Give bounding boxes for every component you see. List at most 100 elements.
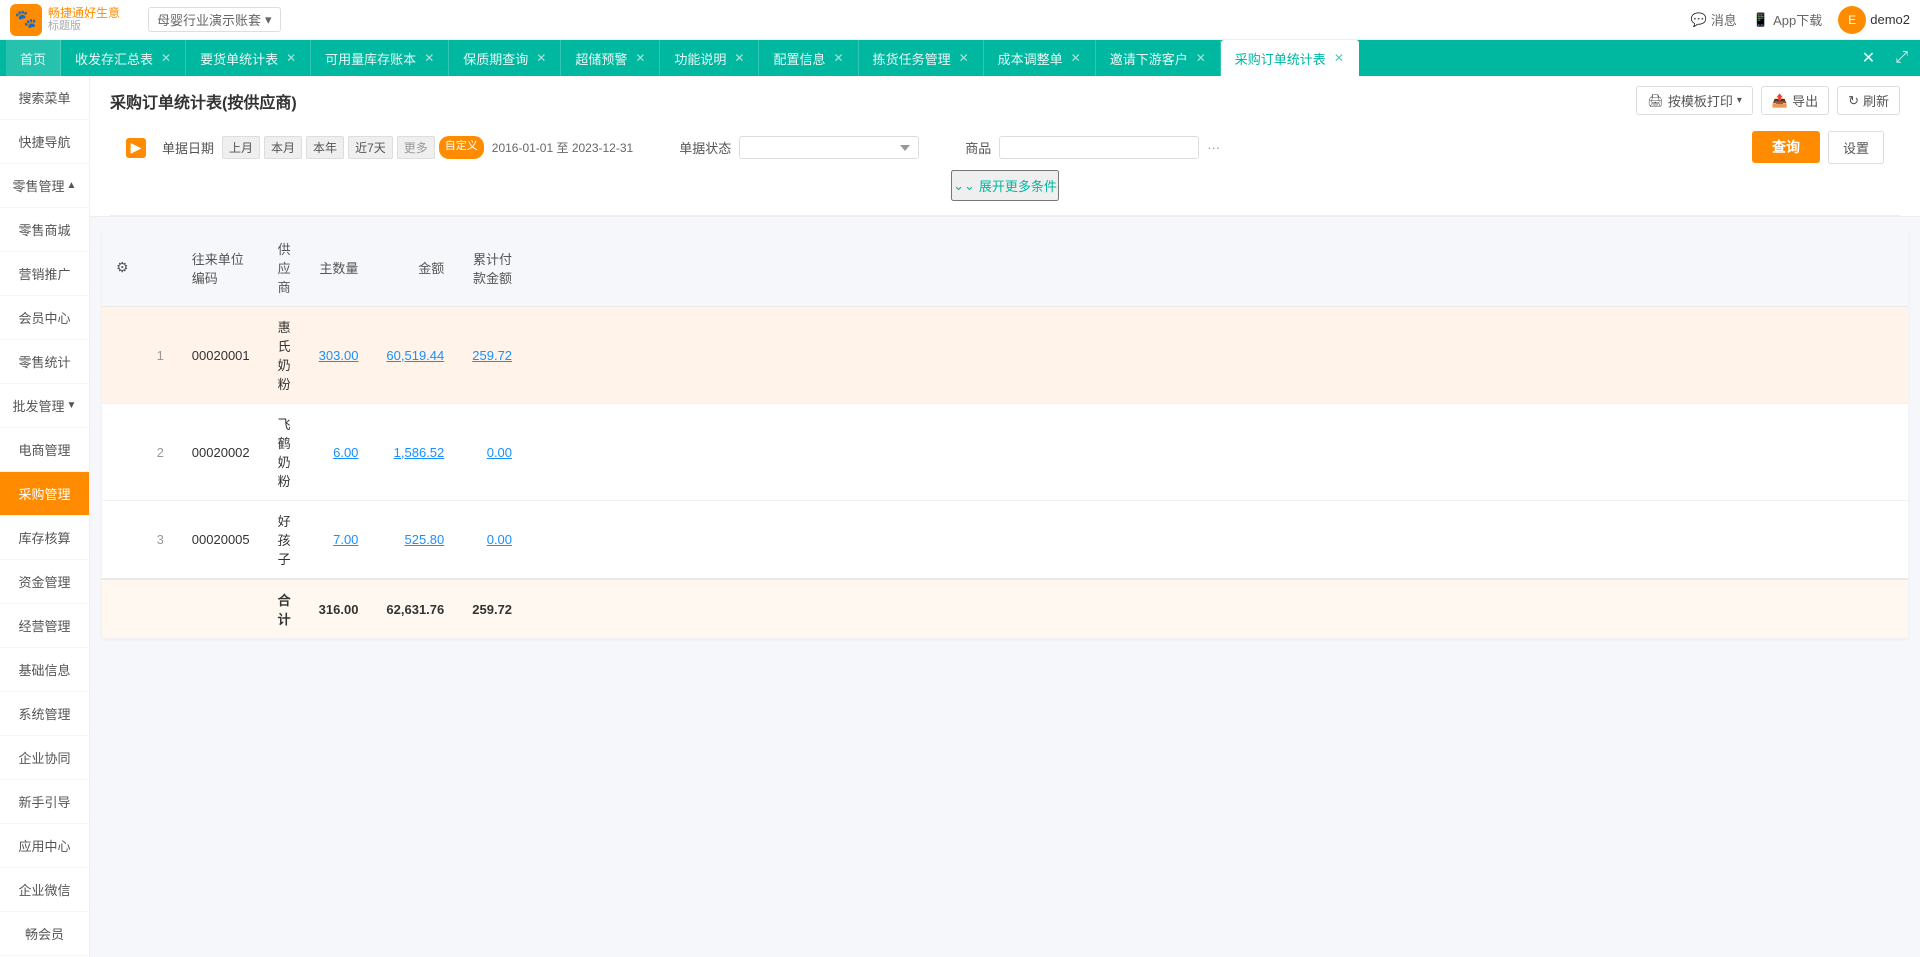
tab-home[interactable]: 首页 xyxy=(6,40,61,76)
close-tab-purchase-stats[interactable]: ✕ xyxy=(286,51,296,65)
date-shortcut-more[interactable]: 更多 xyxy=(397,136,435,159)
message-button[interactable]: 💬 消息 xyxy=(1691,10,1737,29)
refresh-icon: ↻ xyxy=(1848,93,1859,109)
footer-index xyxy=(143,579,178,639)
sidebar-item-retail-stats[interactable]: 零售统计 xyxy=(0,340,89,384)
tab-cost-adjust[interactable]: 成本调整单 ✕ xyxy=(984,40,1096,76)
sidebar-item-ecommerce[interactable]: 电商管理 xyxy=(0,428,89,472)
sidebar-item-basics[interactable]: 基础信息 xyxy=(0,648,89,692)
tab-purchase-stats[interactable]: 要货单统计表 ✕ xyxy=(186,40,311,76)
sidebar-item-wholesale[interactable]: 批发管理 ▼ xyxy=(0,384,89,428)
tab-shelf-life[interactable]: 保质期查询 ✕ xyxy=(449,40,561,76)
expand-more-button[interactable]: ⌄⌄ 展开更多条件 xyxy=(951,170,1059,201)
data-table: ⚙ 往来单位编码 供应商 主数量 金额 累计付款金额 1 xyxy=(102,229,1908,639)
sidebar-item-purchase[interactable]: 采购管理 xyxy=(0,472,89,516)
close-tab-cost-adjust[interactable]: ✕ xyxy=(1071,51,1081,65)
sidebar-item-app-center[interactable]: 应用中心 xyxy=(0,824,89,868)
sidebar-item-enterprise-wechat[interactable]: 企业微信 xyxy=(0,868,89,912)
date-shortcut-7days[interactable]: 近7天 xyxy=(348,136,393,159)
user-profile[interactable]: E demo2 xyxy=(1838,6,1910,34)
row-2-settings xyxy=(102,404,143,501)
close-all-tabs-button[interactable]: ✕ xyxy=(1856,46,1881,70)
top-bar-left: 🐾 畅捷通好生意 标题版 母婴行业演示账套 ▾ xyxy=(10,4,281,36)
top-bar-right: 💬 消息 📱 App下载 E demo2 xyxy=(1691,6,1910,34)
footer-paid: 259.72 xyxy=(458,579,526,639)
row-3-amount[interactable]: 525.80 xyxy=(372,501,458,580)
row-2-unit-code: 00020002 xyxy=(178,404,264,501)
close-tab-receive-summary[interactable]: ✕ xyxy=(161,51,171,65)
fullscreen-button[interactable]: ⤢ xyxy=(1889,47,1914,69)
col-qty-header: 主数量 xyxy=(305,229,373,307)
sidebar-item-member[interactable]: 会员中心 xyxy=(0,296,89,340)
row-3-settings xyxy=(102,501,143,580)
footer-extra xyxy=(526,579,1908,639)
date-shortcuts: 上月 本月 本年 近7天 更多 自定义 xyxy=(222,136,484,159)
close-tab-available-inventory[interactable]: ✕ xyxy=(424,51,434,65)
sidebar-item-marketing[interactable]: 营销推广 xyxy=(0,252,89,296)
sidebar-item-system[interactable]: 系统管理 xyxy=(0,692,89,736)
sidebar-item-retail[interactable]: 零售管理 ▲ xyxy=(0,164,89,208)
sidebar-item-retail-mall[interactable]: 零售商城 xyxy=(0,208,89,252)
row-2-qty[interactable]: 6.00 xyxy=(305,404,373,501)
sidebar-item-search[interactable]: 搜索菜单 xyxy=(0,76,89,120)
goods-more-icon[interactable]: ··· xyxy=(1207,140,1220,155)
page-header: 采购订单统计表(按供应商) 🖨 按模板打印 ▾ 📤 导出 ↻ 刷新 xyxy=(90,76,1920,217)
query-button[interactable]: 查询 xyxy=(1752,131,1820,163)
close-tab-overstock-alert[interactable]: ✕ xyxy=(635,51,645,65)
close-tab-pick-task[interactable]: ✕ xyxy=(959,51,969,65)
close-tab-invite-downstream[interactable]: ✕ xyxy=(1196,51,1206,65)
sidebar-item-newbie[interactable]: 新手引导 xyxy=(0,780,89,824)
row-2-paid[interactable]: 0.00 xyxy=(458,404,526,501)
tab-available-inventory[interactable]: 可用量库存账本 ✕ xyxy=(311,40,449,76)
row-2-amount[interactable]: 1,586.52 xyxy=(372,404,458,501)
column-settings-icon[interactable]: ⚙ xyxy=(116,259,129,275)
tab-receive-summary[interactable]: 收发存汇总表 ✕ xyxy=(61,40,186,76)
sidebar-item-quick-nav[interactable]: 快捷导航 xyxy=(0,120,89,164)
close-tab-shelf-life[interactable]: ✕ xyxy=(536,51,546,65)
row-3-qty[interactable]: 7.00 xyxy=(305,501,373,580)
tab-function-desc[interactable]: 功能说明 ✕ xyxy=(660,40,759,76)
tab-invite-downstream[interactable]: 邀请下游客户 ✕ xyxy=(1096,40,1221,76)
workspace-chevron: ▾ xyxy=(265,12,272,28)
date-shortcut-this-year[interactable]: 本年 xyxy=(306,136,344,159)
row-1-settings xyxy=(102,307,143,404)
date-shortcut-this-month[interactable]: 本月 xyxy=(264,136,302,159)
tab-purchase-order-stats[interactable]: 采购订单统计表 ✕ xyxy=(1221,40,1359,76)
row-1-index: 1 xyxy=(143,307,178,404)
wholesale-expand-icon: ▼ xyxy=(67,400,77,411)
row-1-paid[interactable]: 259.72 xyxy=(458,307,526,404)
tab-overstock-alert[interactable]: 超储预警 ✕ xyxy=(561,40,660,76)
print-dropdown-icon: ▾ xyxy=(1737,95,1742,106)
table-header: ⚙ 往来单位编码 供应商 主数量 金额 累计付款金额 xyxy=(102,229,1908,307)
expand-more-icon: ⌄⌄ xyxy=(953,178,975,194)
print-button[interactable]: 🖨 按模板打印 ▾ xyxy=(1636,86,1753,115)
tab-config-info[interactable]: 配置信息 ✕ xyxy=(759,40,858,76)
table-row: 3 00020005 好孩子 7.00 525.80 0.00 xyxy=(102,501,1908,580)
message-icon: 💬 xyxy=(1691,12,1707,28)
date-shortcut-last-month[interactable]: 上月 xyxy=(222,136,260,159)
workspace-selector[interactable]: 母婴行业演示账套 ▾ xyxy=(148,7,281,32)
col-amount-header: 金额 xyxy=(372,229,458,307)
close-tab-function-desc[interactable]: ✕ xyxy=(734,51,744,65)
sidebar-item-operations[interactable]: 经营管理 xyxy=(0,604,89,648)
close-tab-purchase-order-stats[interactable]: ✕ xyxy=(1334,51,1344,65)
settings-button[interactable]: 设置 xyxy=(1828,131,1884,164)
status-select[interactable] xyxy=(739,136,919,159)
goods-input[interactable] xyxy=(999,136,1199,159)
content-area: 采购订单统计表(按供应商) 🖨 按模板打印 ▾ 📤 导出 ↻ 刷新 xyxy=(90,76,1920,957)
close-tab-config-info[interactable]: ✕ xyxy=(834,51,844,65)
sidebar-item-vip[interactable]: 畅会员 xyxy=(0,912,89,956)
row-1-amount[interactable]: 60,519.44 xyxy=(372,307,458,404)
footer-settings xyxy=(102,579,143,639)
filter-bar: ▶ 单据日期 上月 本月 本年 近7天 更多 自定义 2016-01-01 至 … xyxy=(110,123,1900,216)
refresh-button[interactable]: ↻ 刷新 xyxy=(1837,86,1900,115)
sidebar-item-finance[interactable]: 资金管理 xyxy=(0,560,89,604)
sidebar-item-enterprise[interactable]: 企业协同 xyxy=(0,736,89,780)
export-button[interactable]: 📤 导出 xyxy=(1761,86,1829,115)
tab-pick-task[interactable]: 拣货任务管理 ✕ xyxy=(859,40,984,76)
row-3-paid[interactable]: 0.00 xyxy=(458,501,526,580)
filter-toggle-button[interactable]: ▶ xyxy=(126,138,146,158)
row-1-qty[interactable]: 303.00 xyxy=(305,307,373,404)
app-download-button[interactable]: 📱 App下载 xyxy=(1753,10,1822,29)
sidebar-item-inventory[interactable]: 库存核算 xyxy=(0,516,89,560)
